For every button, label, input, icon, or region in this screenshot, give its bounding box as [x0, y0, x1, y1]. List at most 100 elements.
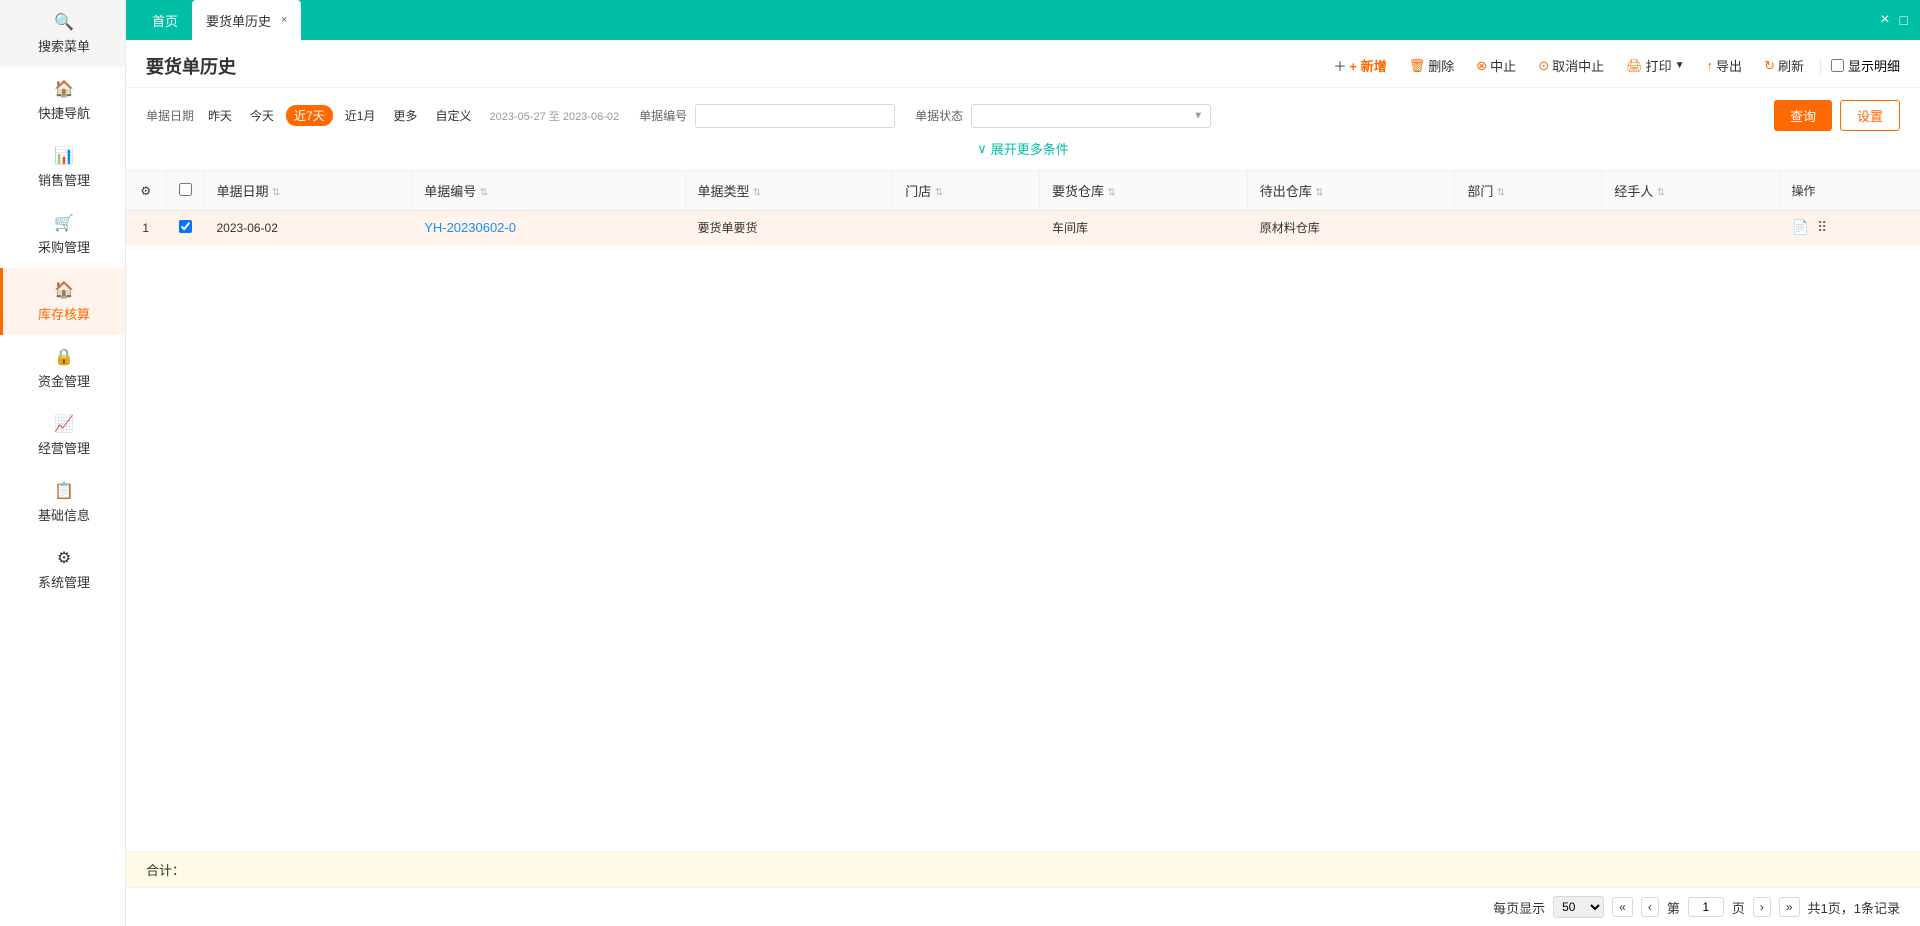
- doc-status-input[interactable]: [971, 104, 1211, 128]
- sidebar-item-sys-mgmt[interactable]: ⚙系统管理: [0, 536, 125, 603]
- summary-label: 合计：: [146, 860, 185, 879]
- sidebar-item-quick-nav[interactable]: 🏠快捷导航: [0, 67, 125, 134]
- sort-doc-date-icon: ⇅: [272, 187, 280, 198]
- pagination-area: 每页显示 50 20 100 200 « ‹ 第 页 › » 共1页，1条记录: [126, 887, 1920, 926]
- col-header-req-warehouse[interactable]: 要货仓库 ⇅: [1040, 171, 1248, 211]
- status-dropdown-icon: ▼: [1193, 110, 1203, 121]
- stop-icon: ⊗: [1476, 58, 1487, 74]
- date-option-last7days[interactable]: 近7天: [286, 105, 333, 126]
- print-icon: 🖨: [1626, 58, 1643, 74]
- sidebar-item-finance-mgmt[interactable]: 🔒资金管理: [0, 335, 125, 402]
- refresh-button[interactable]: ↻ 刷新: [1758, 52, 1810, 79]
- sidebar-icon-basic-info: 📋: [54, 481, 74, 501]
- select-all-checkbox[interactable]: [179, 183, 192, 196]
- export-icon: ↑: [1707, 58, 1714, 73]
- sidebar-item-purchase-mgmt[interactable]: 🛒 采购管理: [0, 201, 125, 268]
- sort-handler-icon: ⇅: [1657, 187, 1665, 198]
- sort-req-warehouse-icon: ⇅: [1107, 187, 1115, 198]
- total-info: 共1页，1条记录: [1808, 898, 1900, 917]
- close-window-button[interactable]: ×: [1880, 11, 1889, 29]
- row-num-0: 1: [126, 211, 166, 245]
- tab-home[interactable]: 首页: [138, 0, 192, 40]
- table-area: ⚙ 单据日期 ⇅ 单据编号 ⇅ 单据类型 ⇅ 门店 ⇅ 要货仓库 ⇅ 待出仓库 …: [126, 171, 1920, 851]
- refresh-icon: ↻: [1764, 58, 1775, 74]
- expand-more-button[interactable]: ∨ 展开更多条件: [146, 139, 1900, 158]
- plus-icon: ＋: [1334, 56, 1347, 75]
- page-title: 要货单历史: [146, 53, 236, 79]
- doc-number-link-0[interactable]: YH-20230602-0: [424, 220, 516, 235]
- next-page-button[interactable]: ›: [1753, 897, 1771, 917]
- toolbar-separator: [1820, 58, 1821, 74]
- sidebar-item-sales-mgmt[interactable]: 📊销售管理: [0, 134, 125, 201]
- filter-area: 单据日期 昨天 今天 近7天 近1月 更多 自定义 2023-05-27 至 2…: [126, 88, 1920, 171]
- settings-button[interactable]: 设置: [1840, 100, 1900, 131]
- doc-number-input[interactable]: [695, 104, 895, 128]
- date-filter-label: 单据日期: [146, 107, 194, 124]
- sidebar-label-inventory: 库存核算: [38, 304, 90, 323]
- settings-col-header[interactable]: ⚙: [126, 171, 166, 211]
- sidebar-icon-finance-mgmt: 🔒: [54, 347, 74, 367]
- top-bar: 首页要货单历史× × □: [126, 0, 1920, 40]
- last-page-button[interactable]: »: [1779, 897, 1800, 917]
- row-pending-warehouse-0: 原材料仓库: [1247, 211, 1455, 245]
- sidebar-item-basic-info[interactable]: 📋 基础信息: [0, 469, 125, 536]
- maximize-window-button[interactable]: □: [1900, 12, 1908, 28]
- query-button[interactable]: 查询: [1774, 100, 1832, 131]
- col-header-doc-date[interactable]: 单据日期 ⇅: [204, 171, 412, 211]
- first-page-button[interactable]: «: [1612, 897, 1633, 917]
- row-checkbox-0[interactable]: [166, 211, 204, 245]
- page-number-input[interactable]: [1688, 897, 1724, 917]
- cancel-stop-button[interactable]: ⊙ 取消中止: [1532, 52, 1610, 79]
- col-header-department[interactable]: 部门 ⇅: [1455, 171, 1602, 211]
- sort-store-icon: ⇅: [935, 187, 943, 198]
- delete-icon: 🗑: [1409, 58, 1426, 74]
- action-buttons: 查询 设置: [1774, 100, 1900, 131]
- display-detail-checkbox[interactable]: [1831, 59, 1844, 72]
- row-handler-0: [1602, 211, 1779, 245]
- date-option-custom[interactable]: 自定义: [429, 105, 477, 126]
- sidebar-item-ops-mgmt[interactable]: 📈经营管理: [0, 402, 125, 469]
- sidebar-label-sys-mgmt: 系统管理: [38, 572, 90, 591]
- sidebar-item-search-menu[interactable]: 🔍搜索菜单: [0, 0, 125, 67]
- doc-status-label: 单据状态: [915, 107, 963, 124]
- sidebar-label-quick-nav: 快捷导航: [38, 103, 90, 122]
- date-option-yesterday[interactable]: 昨天: [202, 105, 238, 126]
- page-content: 要货单历史 ＋ + 新增 🗑 删除 ⊗ 中止 ⊙ 取消中止: [126, 40, 1920, 926]
- new-button[interactable]: ＋ + 新增: [1328, 52, 1393, 79]
- col-header-doc-type[interactable]: 单据类型 ⇅: [685, 171, 893, 211]
- row-doc-date-0: 2023-06-02: [204, 211, 412, 245]
- sort-doc-type-icon: ⇅: [753, 187, 761, 198]
- row-req-warehouse-0: 车间库: [1040, 211, 1248, 245]
- export-button[interactable]: ↑ 导出: [1701, 52, 1749, 79]
- col-header-store[interactable]: 门店 ⇅: [893, 171, 1040, 211]
- row-store-0: [893, 211, 1040, 245]
- row-operation-0: 📄 ⠿: [1779, 211, 1920, 245]
- col-header-doc-number[interactable]: 单据编号 ⇅: [412, 171, 685, 211]
- display-detail-toggle[interactable]: 显示明细: [1831, 56, 1900, 75]
- sidebar-icon-ops-mgmt: 📈: [54, 414, 74, 434]
- col-header-pending-warehouse[interactable]: 待出仓库 ⇅: [1247, 171, 1455, 211]
- tab-yaohuodan-history[interactable]: 要货单历史×: [192, 0, 301, 40]
- main-area: 首页要货单历史× × □ 要货单历史 ＋ + 新增 🗑 删除 ⊗ 中止: [126, 0, 1920, 926]
- page-header: 要货单历史 ＋ + 新增 🗑 删除 ⊗ 中止 ⊙ 取消中止: [126, 40, 1920, 88]
- sidebar-label-basic-info: 基础信息: [38, 505, 90, 524]
- sidebar-icon-purchase-mgmt: 🛒: [54, 213, 74, 233]
- date-option-more[interactable]: 更多: [387, 105, 423, 126]
- date-option-last-month[interactable]: 近1月: [339, 105, 382, 126]
- date-option-today[interactable]: 今天: [244, 105, 280, 126]
- page-size-label: 每页显示: [1493, 898, 1545, 917]
- sidebar-item-inventory[interactable]: 🏠库存核算: [0, 268, 125, 335]
- date-filter-group: 单据日期 昨天 今天 近7天 近1月 更多 自定义 2023-05-27 至 2…: [146, 105, 619, 126]
- row-doc-number-0[interactable]: YH-20230602-0: [412, 211, 685, 245]
- stop-button[interactable]: ⊗ 中止: [1470, 52, 1522, 79]
- row-delete-icon-0[interactable]: ⠿: [1817, 219, 1827, 236]
- row-edit-icon-0[interactable]: 📄: [1792, 219, 1809, 236]
- col-header-handler[interactable]: 经手人 ⇅: [1602, 171, 1779, 211]
- delete-button[interactable]: 🗑 删除: [1403, 52, 1461, 79]
- page-size-select[interactable]: 50 20 100 200: [1553, 896, 1604, 918]
- print-button[interactable]: 🖨 打印 ▼: [1620, 52, 1690, 79]
- prev-page-button[interactable]: ‹: [1641, 897, 1659, 917]
- sidebar-label-search-menu: 搜索菜单: [38, 36, 90, 55]
- tab-close-yaohuodan-history[interactable]: ×: [281, 14, 287, 26]
- sidebar-label-purchase-mgmt: 采购管理: [38, 237, 90, 256]
